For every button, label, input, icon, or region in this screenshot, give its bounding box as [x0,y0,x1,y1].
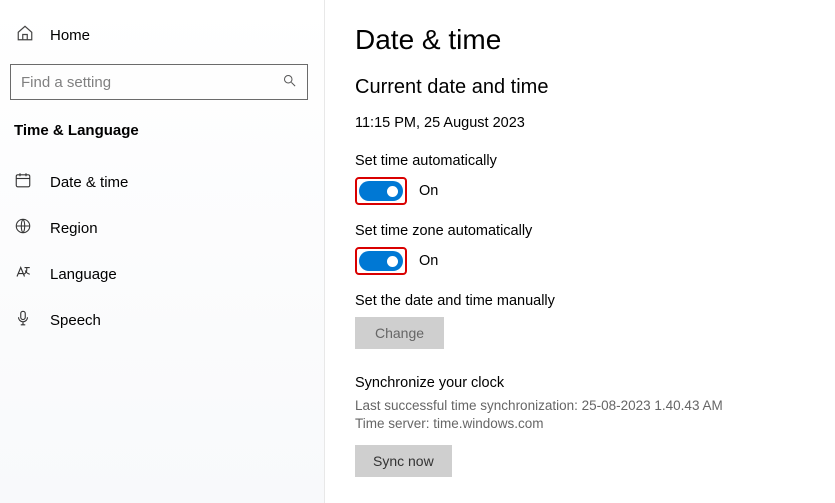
sidebar-item-label: Date & time [50,174,128,191]
page-title: Date & time [355,24,805,56]
set-tz-auto-toggle[interactable] [359,251,403,271]
sync-head: Synchronize your clock [355,375,805,391]
sidebar: Home Time & Language Date & time Region … [0,0,325,503]
set-tz-auto-state: On [419,253,438,269]
clock-icon [14,171,32,193]
main-panel: Date & time Current date and time 11:15 … [325,0,835,503]
set-time-auto-toggle[interactable] [359,181,403,201]
search-icon [282,73,297,92]
search-input[interactable] [10,64,308,100]
set-tz-auto-label: Set time zone automatically [355,223,805,239]
sync-last-line: Last successful time synchronization: 25… [355,397,805,415]
highlight-box [355,177,407,205]
microphone-icon [14,309,32,331]
home-icon [16,24,34,46]
change-button: Change [355,317,444,349]
sync-now-button[interactable]: Sync now [355,445,452,477]
sidebar-item-date-time[interactable]: Date & time [10,159,314,205]
globe-icon [14,217,32,239]
sidebar-item-label: Language [50,266,117,283]
sync-info: Last successful time synchronization: 25… [355,397,805,433]
sidebar-section-title: Time & Language [10,122,314,159]
sidebar-item-region[interactable]: Region [10,205,314,251]
highlight-box [355,247,407,275]
language-icon [14,263,32,285]
sidebar-item-label: Speech [50,312,101,329]
current-date-head: Current date and time [355,76,805,99]
search-field[interactable] [21,74,282,91]
sync-server-line: Time server: time.windows.com [355,415,805,433]
set-time-auto-label: Set time automatically [355,153,805,169]
set-manual-label: Set the date and time manually [355,293,805,309]
sidebar-item-label: Region [50,220,98,237]
nav-home[interactable]: Home [10,18,314,64]
sidebar-item-speech[interactable]: Speech [10,297,314,343]
nav-home-label: Home [50,27,90,44]
current-date-value: 11:15 PM, 25 August 2023 [355,115,805,131]
set-time-auto-state: On [419,183,438,199]
sidebar-item-language[interactable]: Language [10,251,314,297]
